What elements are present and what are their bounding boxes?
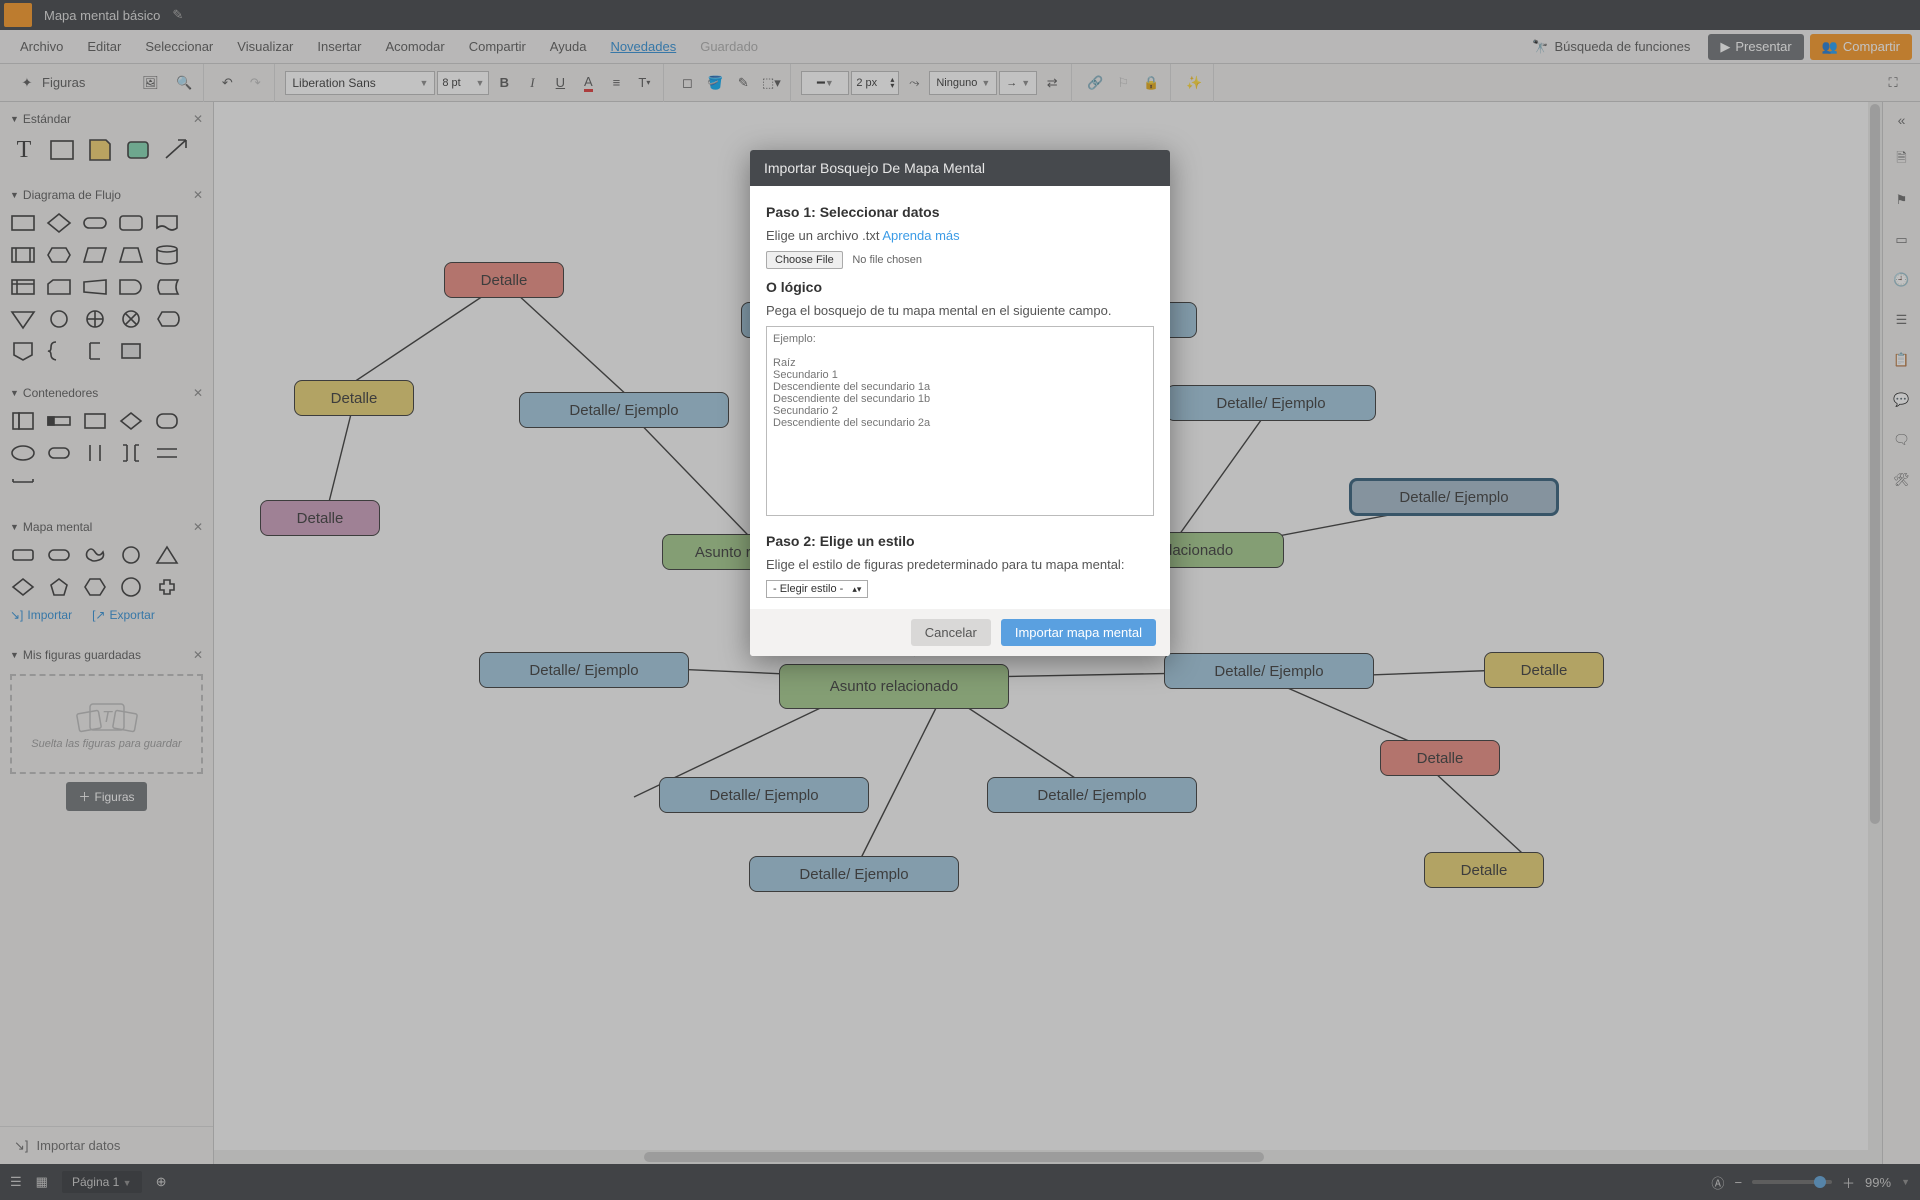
step2-heading: Paso 2: Elige un estilo <box>766 533 1154 549</box>
ologico-heading: O lógico <box>766 279 1154 295</box>
paste-instruction: Pega el bosquejo de tu mapa mental en el… <box>766 303 1154 318</box>
style-value: - Elegir estilo - <box>773 583 843 595</box>
step2-text: Elige el estilo de figuras predeterminad… <box>766 557 1154 572</box>
file-status: No file chosen <box>852 254 922 266</box>
dialog-title: Importar Bosquejo De Mapa Mental <box>750 150 1170 186</box>
step1-text: Elige un archivo .txt Aprenda más <box>766 228 1154 243</box>
step1-heading: Paso 1: Seleccionar datos <box>766 204 1154 220</box>
learn-more-link[interactable]: Aprenda más <box>882 228 959 243</box>
choose-file-button[interactable]: Choose File <box>766 251 843 269</box>
style-select[interactable]: - Elegir estilo - ▴▾ <box>766 580 868 598</box>
cancel-button[interactable]: Cancelar <box>911 619 991 646</box>
import-dialog: Importar Bosquejo De Mapa Mental Paso 1:… <box>750 150 1170 656</box>
import-button[interactable]: Importar mapa mental <box>1001 619 1156 646</box>
step1-prefix: Elige un archivo .txt <box>766 228 882 243</box>
outline-textarea[interactable] <box>766 326 1154 516</box>
select-arrows-icon: ▴▾ <box>852 584 861 594</box>
